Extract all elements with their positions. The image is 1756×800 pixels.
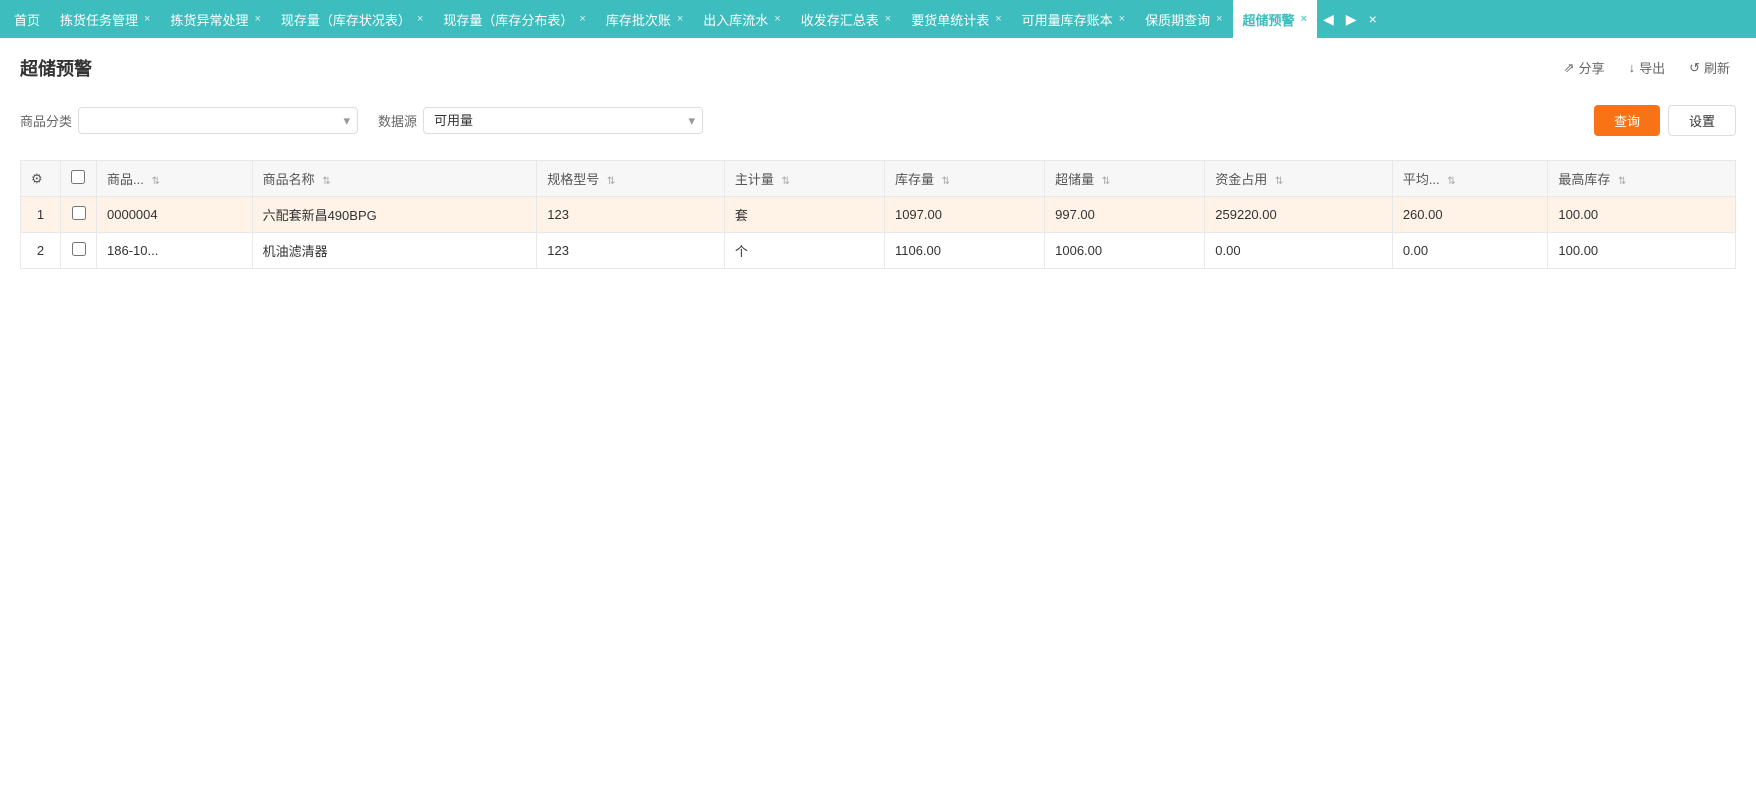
nav-close-abnormal[interactable]: ×	[254, 13, 260, 25]
nav-close-task-mgmt[interactable]: ×	[144, 13, 150, 25]
cell-spec-1: 123	[537, 197, 725, 233]
page-title: 超储预警	[20, 55, 92, 81]
th-overstock[interactable]: 超储量 ⇅	[1045, 161, 1205, 197]
nav-item-stock-dist[interactable]: 现存量（库存分布表） ×	[433, 0, 595, 38]
share-button[interactable]: ⇗ 分享	[1558, 54, 1611, 81]
main-content: 超储预警 ⇗ 分享 ↓ 导出 ↺ 刷新 商品分类	[0, 38, 1756, 800]
datasource-label: 数据源	[378, 111, 417, 130]
nav-close-batch[interactable]: ×	[677, 13, 683, 25]
nav-close-recv-summary[interactable]: ×	[885, 13, 891, 25]
cell-max-stock-1: 100.00	[1548, 197, 1736, 233]
nav-item-batch[interactable]: 库存批次账 ×	[596, 0, 693, 38]
th-spec[interactable]: 规格型号 ⇅	[537, 161, 725, 197]
sort-unit-icon: ⇅	[781, 176, 789, 187]
cell-avg-2: 0.00	[1392, 233, 1548, 269]
gear-icon: ⚙	[31, 171, 43, 186]
nav-item-overstock-warning[interactable]: 超储预警 ×	[1233, 0, 1317, 38]
th-max-stock[interactable]: 最高库存 ⇅	[1548, 161, 1736, 197]
nav-item-inout-flow[interactable]: 出入库流水 ×	[693, 0, 790, 38]
nav-item-order-stats[interactable]: 要货单统计表 ×	[901, 0, 1011, 38]
nav-item-recv-summary[interactable]: 收发存汇总表 ×	[791, 0, 901, 38]
sort-spec-icon: ⇅	[607, 176, 615, 187]
export-button[interactable]: ↓ 导出	[1623, 54, 1672, 81]
cell-spec-2: 123	[537, 233, 725, 269]
nav-arrow-more[interactable]: ×	[1363, 0, 1383, 38]
nav-arrow-right[interactable]: ▶	[1340, 0, 1363, 38]
filter-datasource: 数据源 可用量 实际库存	[378, 107, 703, 134]
sort-product-code-icon: ⇅	[151, 176, 159, 187]
category-label: 商品分类	[20, 111, 72, 130]
nav-item-stock-status[interactable]: 现存量（库存状况表） ×	[271, 0, 433, 38]
th-settings[interactable]: ⚙	[21, 161, 61, 197]
select-all-checkbox[interactable]	[71, 170, 85, 184]
nav-arrow-left[interactable]: ◀	[1317, 0, 1340, 38]
nav-item-home[interactable]: 首页	[4, 0, 50, 38]
th-avg[interactable]: 平均... ⇅	[1392, 161, 1548, 197]
cell-overstock-1: 997.00	[1045, 197, 1205, 233]
datasource-select[interactable]: 可用量 实际库存	[423, 107, 703, 134]
filter-category: 商品分类	[20, 107, 358, 134]
table-header-row: ⚙ 商品... ⇅ 商品名称 ⇅ 规格型号 ⇅ 主计量	[21, 161, 1736, 197]
nav-item-abnormal[interactable]: 拣货异常处理 ×	[160, 0, 270, 38]
sort-max-stock-icon: ⇅	[1618, 176, 1626, 187]
refresh-button[interactable]: ↺ 刷新	[1683, 54, 1736, 81]
checkbox-2[interactable]	[72, 242, 86, 256]
nav-item-available-acct[interactable]: 可用量库存账本 ×	[1012, 0, 1135, 38]
cell-capital-2: 0.00	[1205, 233, 1393, 269]
settings-button[interactable]: 设置	[1668, 105, 1736, 136]
sort-product-name-icon: ⇅	[322, 176, 330, 187]
filter-bar: 商品分类 数据源 可用量 实际库存 查询 设置	[20, 97, 1736, 144]
sort-overstock-icon: ⇅	[1102, 176, 1110, 187]
cell-max-stock-2: 100.00	[1548, 233, 1736, 269]
row-checkbox-1[interactable]	[61, 197, 97, 233]
nav-close-inout-flow[interactable]: ×	[774, 13, 780, 25]
filter-actions: 查询 设置	[1594, 105, 1736, 136]
category-select[interactable]	[78, 107, 358, 134]
th-capital[interactable]: 资金占用 ⇅	[1205, 161, 1393, 197]
th-unit[interactable]: 主计量 ⇅	[724, 161, 884, 197]
nav-close-order-stats[interactable]: ×	[995, 13, 1001, 25]
cell-product-name-2: 机油滤清器	[252, 233, 537, 269]
cell-capital-1: 259220.00	[1205, 197, 1393, 233]
nav-item-task-mgmt[interactable]: 拣货任务管理 ×	[50, 0, 160, 38]
cell-product-name-1: 六配套新昌490BPG	[252, 197, 537, 233]
datasource-select-wrapper: 可用量 实际库存	[423, 107, 703, 134]
nav-close-stock-dist[interactable]: ×	[579, 13, 585, 25]
th-product-code[interactable]: 商品... ⇅	[97, 161, 253, 197]
nav-close-quality-check[interactable]: ×	[1216, 13, 1222, 25]
row-num-1: 1	[21, 197, 61, 233]
sort-avg-icon: ⇅	[1447, 176, 1455, 187]
category-select-wrapper	[78, 107, 358, 134]
nav-bar: 首页 拣货任务管理 × 拣货异常处理 × 现存量（库存状况表） × 现存量（库存…	[0, 0, 1756, 38]
nav-close-stock-status[interactable]: ×	[417, 13, 423, 25]
refresh-icon: ↺	[1689, 60, 1700, 76]
row-num-2: 2	[21, 233, 61, 269]
th-stock[interactable]: 库存量 ⇅	[884, 161, 1044, 197]
cell-stock-1: 1097.00	[884, 197, 1044, 233]
sort-stock-icon: ⇅	[942, 176, 950, 187]
page-header: 超储预警 ⇗ 分享 ↓ 导出 ↺ 刷新	[20, 54, 1736, 81]
cell-unit-2: 个	[724, 233, 884, 269]
header-actions: ⇗ 分享 ↓ 导出 ↺ 刷新	[1558, 54, 1736, 81]
query-button[interactable]: 查询	[1594, 105, 1660, 136]
table-row: 2 186-10... 机油滤清器 123 个 1106.00 1006.00 …	[21, 233, 1736, 269]
table-row: 1 0000004 六配套新昌490BPG 123 套 1097.00 997.…	[21, 197, 1736, 233]
cell-product-code-2: 186-10...	[97, 233, 253, 269]
cell-unit-1: 套	[724, 197, 884, 233]
cell-stock-2: 1106.00	[884, 233, 1044, 269]
cell-overstock-2: 1006.00	[1045, 233, 1205, 269]
share-icon: ⇗	[1564, 60, 1575, 76]
cell-product-code-1: 0000004	[97, 197, 253, 233]
nav-close-available-acct[interactable]: ×	[1119, 13, 1125, 25]
sort-capital-icon: ⇅	[1275, 176, 1283, 187]
cell-avg-1: 260.00	[1392, 197, 1548, 233]
checkbox-1[interactable]	[72, 206, 86, 220]
export-icon: ↓	[1629, 60, 1636, 75]
row-checkbox-2[interactable]	[61, 233, 97, 269]
nav-close-overstock-warning[interactable]: ×	[1301, 13, 1307, 25]
data-table: ⚙ 商品... ⇅ 商品名称 ⇅ 规格型号 ⇅ 主计量	[20, 160, 1736, 269]
nav-item-quality-check[interactable]: 保质期查询 ×	[1135, 0, 1232, 38]
th-checkbox	[61, 161, 97, 197]
th-product-name[interactable]: 商品名称 ⇅	[252, 161, 537, 197]
